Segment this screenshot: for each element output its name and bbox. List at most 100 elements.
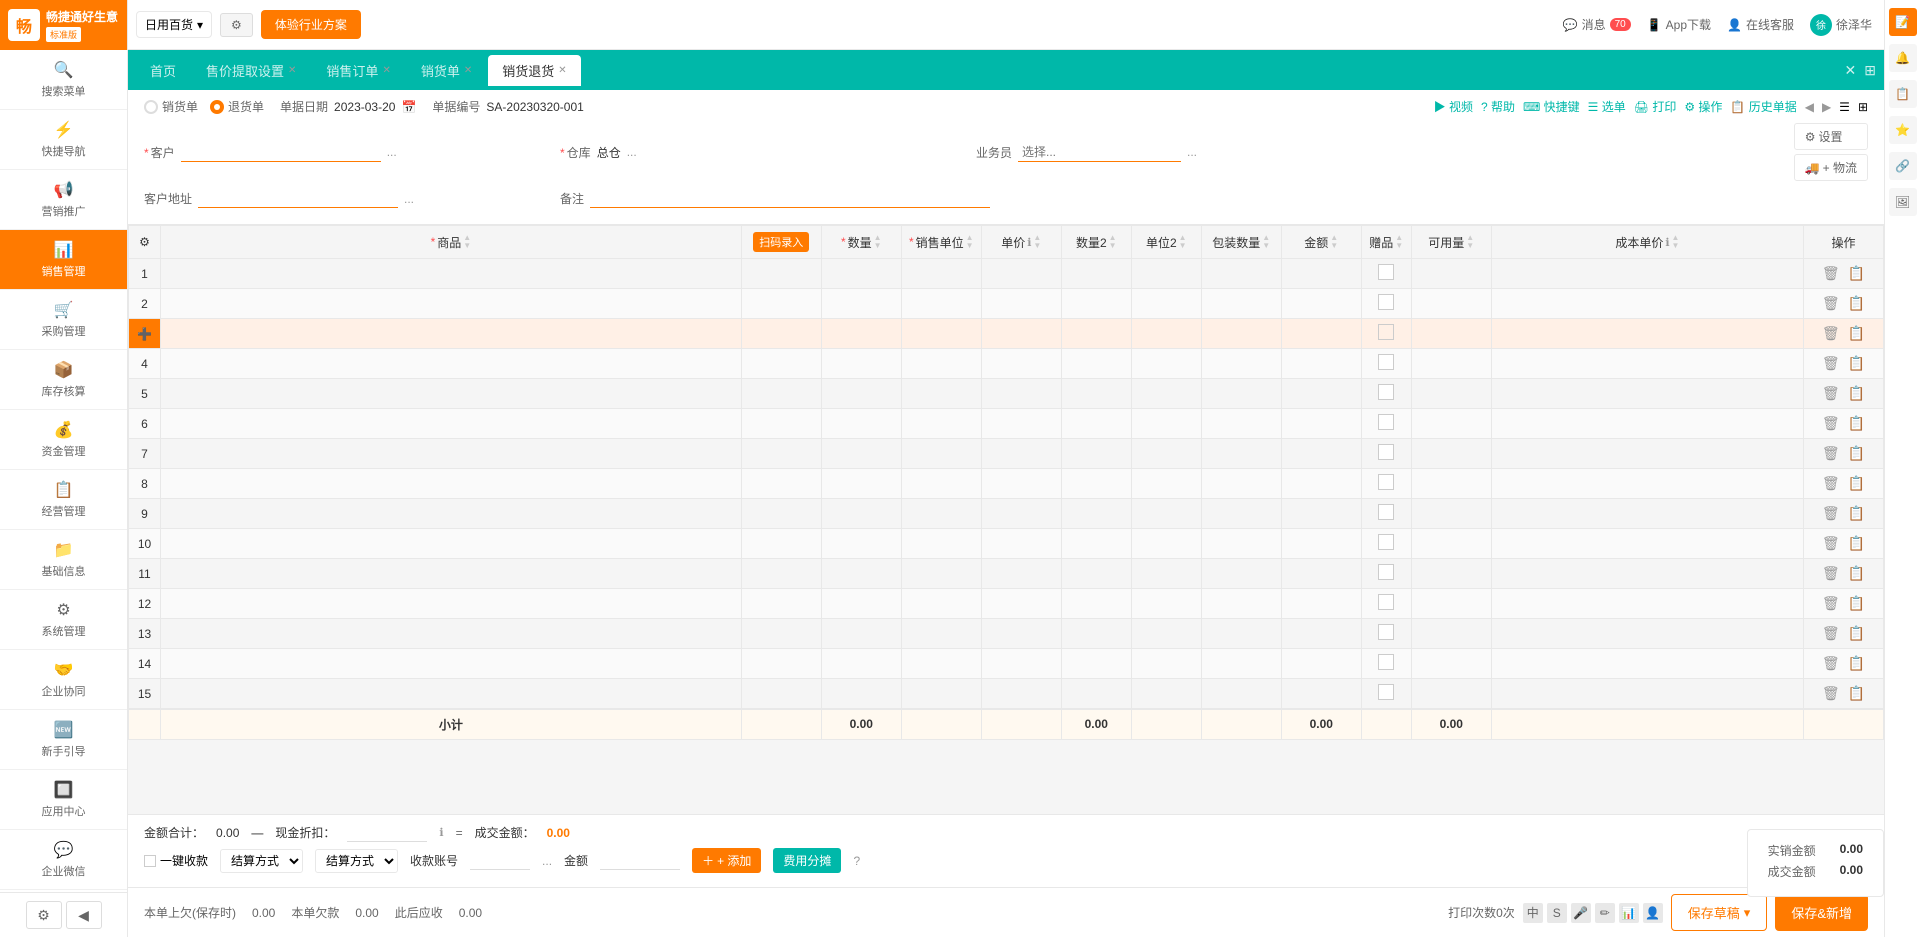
tab-sales-order[interactable]: 销售订单 ✕	[312, 55, 404, 86]
delete-btn[interactable]: 🗑	[1820, 413, 1842, 434]
delete-btn[interactable]: 🗑	[1820, 623, 1842, 644]
status-icon-2[interactable]: S	[1547, 903, 1567, 923]
delete-btn[interactable]: 🗑	[1820, 353, 1842, 374]
gift-checkbox-1[interactable]	[1378, 264, 1394, 280]
status-icon-3[interactable]: 🎤	[1571, 903, 1591, 923]
tab-return-close[interactable]: ✕	[558, 65, 566, 76]
delete-btn[interactable]: 🗑	[1820, 383, 1842, 404]
right-panel-btn-4[interactable]: ⭐	[1889, 116, 1917, 144]
online-service-btn[interactable]: 👤 在线客服	[1727, 16, 1794, 33]
qty2-cell-3[interactable]	[1061, 319, 1131, 349]
sidebar-item-stock[interactable]: 📦 库存核算	[0, 350, 127, 410]
goods-cell-1[interactable]	[161, 259, 742, 289]
scan-btn[interactable]: 扫码录入	[753, 232, 809, 252]
qty-cell-1[interactable]	[821, 259, 901, 289]
pay-checkbox[interactable]	[144, 855, 156, 867]
amount-cell-2[interactable]	[1281, 289, 1361, 319]
qty-cell-2[interactable]	[821, 289, 901, 319]
sidebar-item-search[interactable]: 🔍 搜索菜单	[0, 50, 127, 110]
goods-cell-2[interactable]	[161, 289, 742, 319]
status-icon-4[interactable]: ✏	[1595, 903, 1615, 923]
available-cell-1[interactable]	[1411, 259, 1491, 289]
goods-input-3[interactable]	[165, 326, 737, 341]
th-cost-sort[interactable]: 成本单价 ℹ ▲▼	[1496, 234, 1799, 251]
copy-btn-3[interactable]: 📋	[1846, 323, 1867, 344]
sidebar-collapse-btn[interactable]: ◀	[66, 901, 102, 929]
payment-amount-input[interactable]	[600, 851, 680, 870]
tab-sales-order-close[interactable]: ✕	[382, 65, 390, 76]
cost-cell-2[interactable]	[1491, 289, 1803, 319]
price-cell-2[interactable]	[981, 289, 1061, 319]
th-qty-sort[interactable]: * 数量 ▲▼	[826, 234, 897, 251]
sidebar-item-apps[interactable]: 🔲 应用中心	[0, 770, 127, 830]
warehouse-dots[interactable]: ...	[627, 145, 637, 159]
gift-cell-2[interactable]	[1361, 289, 1411, 319]
gift-checkbox[interactable]	[1378, 624, 1394, 640]
sidebar-item-sales[interactable]: 📊 销售管理	[0, 230, 127, 290]
gift-checkbox[interactable]	[1378, 534, 1394, 550]
delete-btn[interactable]: 🗑	[1820, 503, 1842, 524]
delete-btn[interactable]: 🗑	[1820, 533, 1842, 554]
tab-price-close[interactable]: ✕	[288, 65, 296, 76]
tab-close-all-btn[interactable]: ✕	[1845, 62, 1857, 79]
unit2-cell-2[interactable]	[1131, 289, 1201, 319]
delete-btn[interactable]: 🗑	[1820, 473, 1842, 494]
operations-btn[interactable]: ⚙ 操作	[1684, 98, 1722, 115]
shortcut-keys-btn[interactable]: ⌨ 快捷键	[1523, 98, 1580, 115]
gift-checkbox[interactable]	[1378, 384, 1394, 400]
tab-home[interactable]: 首页	[136, 55, 190, 86]
copy-btn[interactable]: 📋	[1846, 623, 1867, 644]
copy-btn[interactable]: 📋	[1846, 533, 1867, 554]
unit2-cell-1[interactable]	[1131, 259, 1201, 289]
unit-cell-1[interactable]	[901, 259, 981, 289]
qty2-cell-2[interactable]	[1061, 289, 1131, 319]
price-cell-3[interactable]	[981, 319, 1061, 349]
copy-btn[interactable]: 📋	[1846, 683, 1867, 704]
th-goods-sort[interactable]: * 商品 ▲▼	[165, 234, 737, 251]
salesman-input[interactable]	[1018, 143, 1181, 162]
unit2-cell-3[interactable]	[1131, 319, 1201, 349]
industry-dropdown[interactable]: 日用百货 ▾	[136, 11, 212, 38]
delete-btn[interactable]: 🗑	[1820, 653, 1842, 674]
pack-cell-1[interactable]	[1201, 259, 1281, 289]
gift-cell-1[interactable]	[1361, 259, 1411, 289]
cost-cell-3[interactable]	[1491, 319, 1803, 349]
delete-btn[interactable]: 🗑	[1820, 563, 1842, 584]
add-row-btn[interactable]: ➕	[129, 319, 161, 349]
available-cell-3[interactable]	[1411, 319, 1491, 349]
messages-btn[interactable]: 💬 消息 70	[1563, 16, 1631, 33]
remark-input[interactable]	[590, 189, 990, 208]
salesman-dots[interactable]: ...	[1187, 145, 1197, 159]
right-panel-btn-2[interactable]: 🔔	[1889, 44, 1917, 72]
settlement-method-select[interactable]: 结算方式	[220, 849, 303, 873]
video-btn[interactable]: ▶ 视频	[1434, 98, 1473, 115]
delete-btn-2[interactable]: 🗑	[1820, 293, 1842, 314]
sidebar-item-base[interactable]: 📁 基础信息	[0, 530, 127, 590]
goods-cell-3[interactable]	[161, 319, 742, 349]
th-available-sort[interactable]: 可用量 ▲▼	[1416, 234, 1487, 251]
sidebar-item-coop[interactable]: 🤝 企业协同	[0, 650, 127, 710]
customer-input[interactable]	[181, 143, 381, 162]
amount-cell-3[interactable]	[1281, 319, 1361, 349]
delete-btn[interactable]: 🗑	[1820, 593, 1842, 614]
available-cell-2[interactable]	[1411, 289, 1491, 319]
sidebar-item-wechat[interactable]: 💬 企业微信	[0, 830, 127, 890]
delete-btn[interactable]: 🗑	[1820, 443, 1842, 464]
account-input[interactable]	[470, 851, 530, 870]
tab-sales-return[interactable]: 销货退货 ✕	[488, 55, 580, 86]
copy-btn[interactable]: 📋	[1846, 413, 1867, 434]
gift-checkbox[interactable]	[1378, 414, 1394, 430]
view-grid-btn[interactable]: ⊞	[1858, 100, 1868, 114]
right-panel-btn-3[interactable]: 📋	[1889, 80, 1917, 108]
copy-btn[interactable]: 📋	[1846, 443, 1867, 464]
copy-btn[interactable]: 📋	[1846, 563, 1867, 584]
gift-checkbox[interactable]	[1378, 654, 1394, 670]
tab-price-setting[interactable]: 售价提取设置 ✕	[192, 55, 310, 86]
logistics-btn[interactable]: 🚚 + 物流	[1794, 154, 1868, 181]
pack-cell-3[interactable]	[1201, 319, 1281, 349]
copy-btn[interactable]: 📋	[1846, 503, 1867, 524]
gift-checkbox[interactable]	[1378, 354, 1394, 370]
cost-cell-1[interactable]	[1491, 259, 1803, 289]
sidebar-item-marketing[interactable]: 📢 营销推广	[0, 170, 127, 230]
gift-checkbox[interactable]	[1378, 474, 1394, 490]
